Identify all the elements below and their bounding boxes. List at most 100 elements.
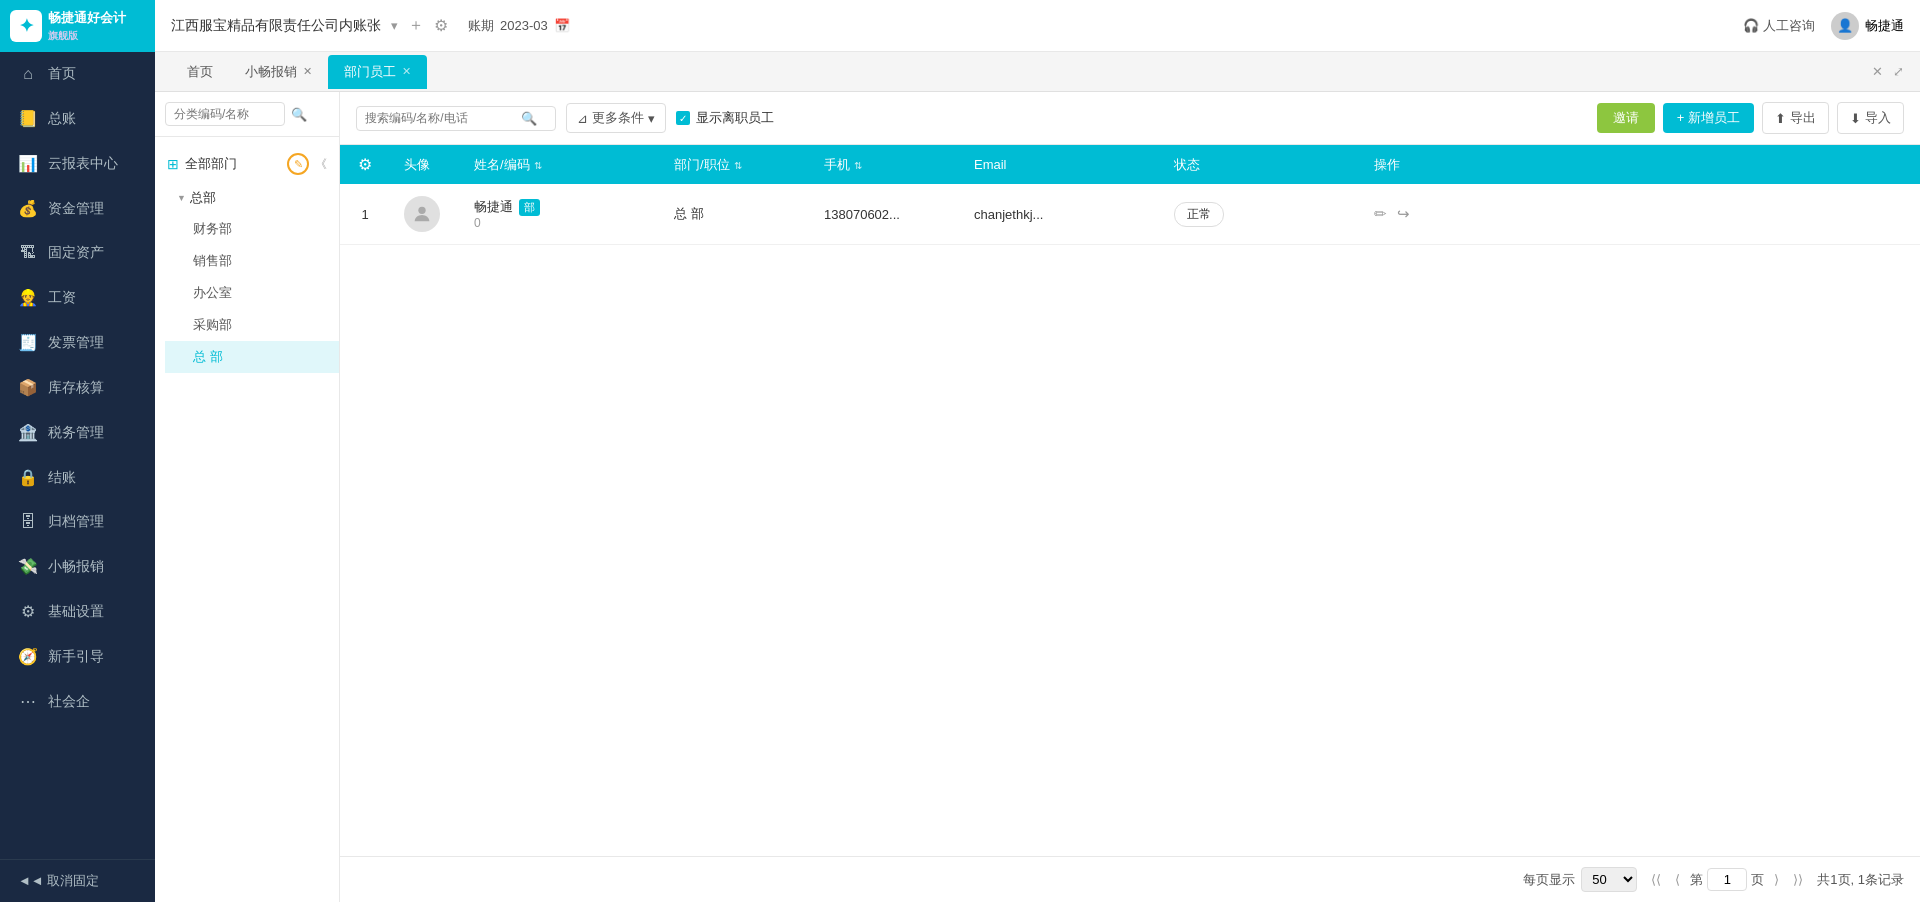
show-inactive-toggle: ✓ 显示离职员工 (676, 109, 774, 127)
sidebar-item-settings[interactable]: ⚙ 基础设置 (0, 589, 155, 634)
row-index: 1 (340, 184, 390, 245)
more-icon: ⋯ (18, 692, 38, 711)
employee-code: 0 (474, 216, 646, 230)
sidebar-item-label: 工资 (48, 289, 76, 307)
logout-employee-button[interactable]: ↪ (1397, 205, 1410, 223)
import-button[interactable]: ⬇ 导入 (1837, 102, 1904, 134)
dept-search-icon[interactable]: 🔍 (291, 107, 307, 122)
sidebar-item-label: 结账 (48, 469, 76, 487)
tab-expense[interactable]: 小畅报销 ✕ (229, 55, 328, 89)
sidebar-item-fixed-assets[interactable]: 🏗 固定资产 (0, 231, 155, 275)
avatar-image (404, 196, 440, 232)
close-tab-icon[interactable]: ✕ (1872, 64, 1883, 79)
sidebar-item-assets-mgr[interactable]: 💰 资金管理 (0, 186, 155, 231)
page-number-input[interactable]: 1 (1707, 868, 1747, 891)
row-name-code: 畅捷通 部 0 (460, 184, 660, 245)
all-departments-item[interactable]: ⊞ 全部部门 ✎ 《 (155, 145, 339, 183)
dept-item-finance[interactable]: 财务部 (165, 213, 339, 245)
sidebar-item-inventory[interactable]: 📦 库存核算 (0, 365, 155, 410)
search-icon[interactable]: 🔍 (521, 111, 537, 126)
app-name: 畅捷通好会计 (48, 9, 126, 27)
table-col-status: 状态 (1160, 145, 1360, 184)
sidebar-item-guide[interactable]: 🧭 新手引导 (0, 634, 155, 679)
sidebar-item-payroll[interactable]: 👷 工资 (0, 275, 155, 320)
main-area: 江西服宝精品有限责任公司内账张 ▾ ＋ ⚙ 账期 2023-03 📅 🎧 人工咨… (155, 0, 1920, 902)
tab-employees-close[interactable]: ✕ (402, 65, 411, 78)
export-label: 导出 (1790, 109, 1816, 127)
row-email: chanjethkj... (960, 184, 1160, 245)
dept-badge: 部 (519, 199, 540, 216)
content-area: 🔍 ⊞ 全部部门 ✎ 《 总部 财务部 销售部 办公室 采购部 总 部 (155, 92, 1920, 902)
tab-home-label: 首页 (187, 63, 213, 81)
period-selector[interactable]: 账期 2023-03 📅 (468, 17, 570, 35)
support-button[interactable]: 🎧 人工咨询 (1743, 17, 1815, 35)
department-panel: 🔍 ⊞ 全部部门 ✎ 《 总部 财务部 销售部 办公室 采购部 总 部 (155, 92, 340, 902)
company-name: 江西服宝精品有限责任公司内账张 (171, 17, 381, 35)
topbar: 江西服宝精品有限责任公司内账张 ▾ ＋ ⚙ 账期 2023-03 📅 🎧 人工咨… (155, 0, 1920, 52)
tabs-right-actions: ✕ ⤢ (1872, 64, 1904, 79)
dept-search-input[interactable] (165, 102, 285, 126)
pagination: 每页显示 50 10 20 100 ⟨⟨ ⟨ 第 1 页 (340, 856, 1920, 902)
company-dropdown-icon[interactable]: ▾ (391, 18, 398, 33)
all-dept-icon: ⊞ (167, 156, 179, 172)
add-employee-button[interactable]: + 新增员工 (1663, 103, 1754, 133)
avatar: 👤 (1831, 12, 1859, 40)
status-badge: 正常 (1174, 202, 1224, 227)
home-icon: ⌂ (18, 65, 38, 83)
sidebar-item-tax[interactable]: 🏦 税务管理 (0, 410, 155, 455)
per-page-label: 每页显示 (1523, 871, 1575, 889)
table-col-phone[interactable]: 手机⇅ (810, 145, 960, 184)
filter-icon: ⊿ (577, 111, 588, 126)
tab-expense-close[interactable]: ✕ (303, 65, 312, 78)
table-col-name[interactable]: 姓名/编码⇅ (460, 145, 660, 184)
inventory-icon: 📦 (18, 378, 38, 397)
more-filter-button[interactable]: ⊿ 更多条件 ▾ (566, 103, 666, 133)
first-page-button[interactable]: ⟨⟨ (1647, 870, 1665, 889)
row-dept: 总 部 (660, 184, 810, 245)
expand-tab-icon[interactable]: ⤢ (1893, 64, 1904, 79)
tab-employees[interactable]: 部门员工 ✕ (328, 55, 427, 89)
payroll-icon: 👷 (18, 288, 38, 307)
dept-item-general[interactable]: 总 部 (165, 341, 339, 373)
employee-search-input[interactable] (365, 111, 515, 125)
dept-group-title[interactable]: 总部 (165, 183, 339, 213)
prev-page-button[interactable]: ⟨ (1671, 870, 1684, 889)
sidebar-item-ledger[interactable]: 📒 总账 (0, 96, 155, 141)
sidebar-item-label: 基础设置 (48, 603, 104, 621)
employee-table: ⚙ 头像 姓名/编码⇅ 部门/职位⇅ 手机⇅ Email (340, 145, 1920, 245)
sidebar-item-home[interactable]: ⌂ 首页 (0, 52, 155, 96)
unpin-button[interactable]: ◄◄ 取消固定 (0, 859, 155, 902)
table-row: 1 畅捷通 部 0 (340, 184, 1920, 245)
page-navigation: ⟨⟨ ⟨ 第 1 页 ⟩ ⟩⟩ (1647, 868, 1807, 891)
per-page-select[interactable]: 50 10 20 100 (1581, 867, 1637, 892)
next-page-button[interactable]: ⟩ (1770, 870, 1783, 889)
invite-button[interactable]: 邀请 (1597, 103, 1655, 133)
table-col-settings[interactable]: ⚙ (340, 145, 390, 184)
invoice-icon: 🧾 (18, 333, 38, 352)
sidebar-item-invoice[interactable]: 🧾 发票管理 (0, 320, 155, 365)
table-col-avatar: 头像 (390, 145, 460, 184)
dept-edit-button[interactable]: ✎ (287, 153, 309, 175)
dept-collapse-icon[interactable]: 《 (315, 156, 327, 173)
add-company-button[interactable]: ＋ (408, 15, 424, 36)
last-page-button[interactable]: ⟩⟩ (1789, 870, 1807, 889)
sidebar-item-label: 社会企 (48, 693, 90, 711)
show-inactive-checkbox[interactable]: ✓ (676, 111, 690, 125)
sidebar-item-expense[interactable]: 💸 小畅报销 (0, 544, 155, 589)
company-settings-button[interactable]: ⚙ (434, 16, 448, 35)
dept-item-purchase[interactable]: 采购部 (165, 309, 339, 341)
sidebar-item-close[interactable]: 🔒 结账 (0, 455, 155, 500)
tab-home[interactable]: 首页 (171, 55, 229, 89)
dept-item-sales[interactable]: 销售部 (165, 245, 339, 277)
dept-item-office[interactable]: 办公室 (165, 277, 339, 309)
edit-employee-button[interactable]: ✏ (1374, 205, 1387, 223)
sidebar-item-more[interactable]: ⋯ 社会企 (0, 679, 155, 724)
app-edition: 旗舰版 (48, 29, 126, 43)
sidebar-item-archive[interactable]: 🗄 归档管理 (0, 500, 155, 544)
user-menu[interactable]: 👤 畅捷通 (1831, 12, 1904, 40)
export-icon: ⬆ (1775, 111, 1786, 126)
import-icon: ⬇ (1850, 111, 1861, 126)
sidebar-item-reports[interactable]: 📊 云报表中心 (0, 141, 155, 186)
export-button[interactable]: ⬆ 导出 (1762, 102, 1829, 134)
table-col-dept[interactable]: 部门/职位⇅ (660, 145, 810, 184)
